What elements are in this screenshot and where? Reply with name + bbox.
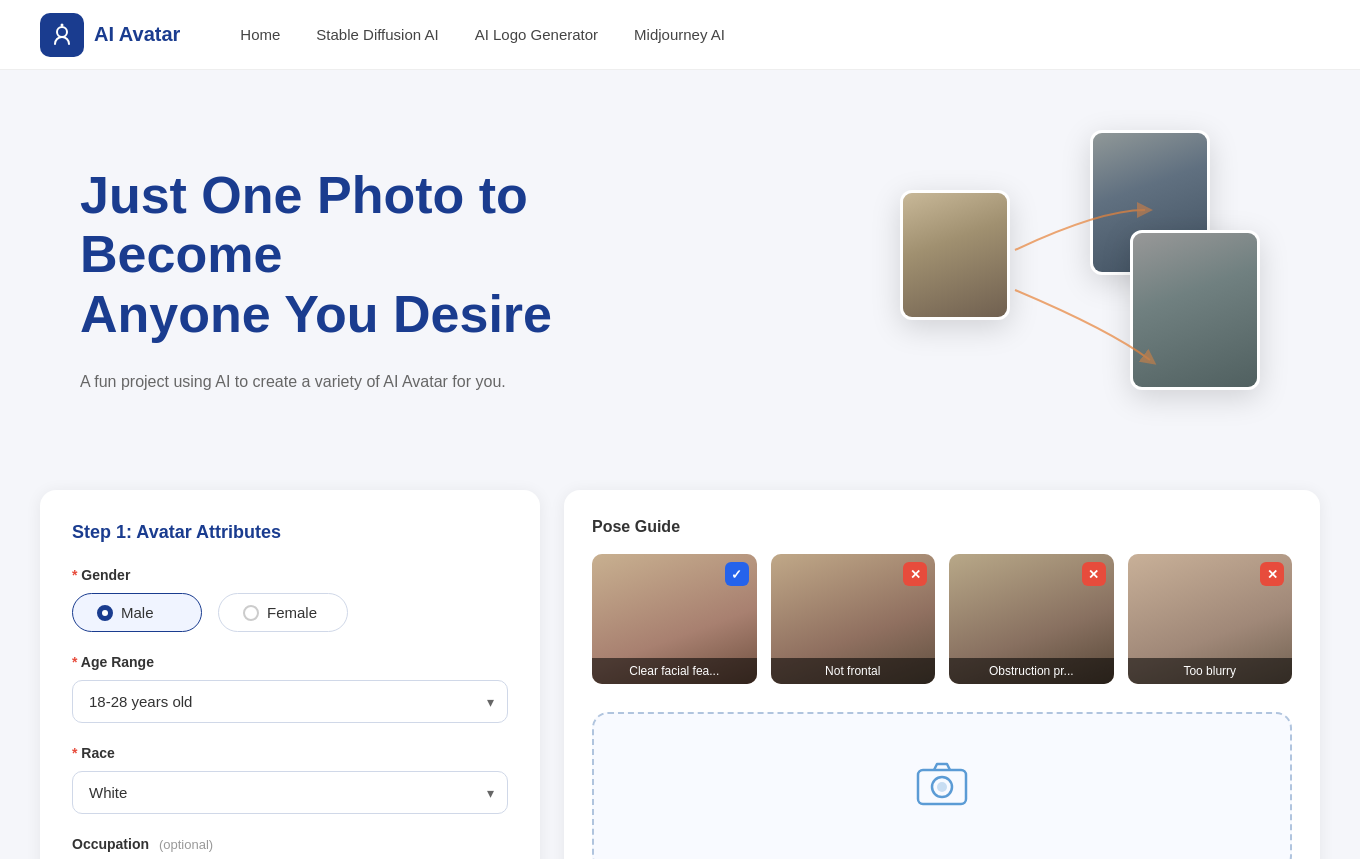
- hero-source-photo: [900, 190, 1010, 320]
- pose-obstruction-label: Obstruction pr...: [949, 658, 1114, 684]
- step1-title: Step 1: Avatar Attributes: [72, 522, 508, 543]
- hero-title-line2: Anyone You Desire: [80, 285, 552, 343]
- nav-home[interactable]: Home: [240, 26, 280, 43]
- age-field-group: * Age Range 18-28 years old 29-40 years …: [72, 654, 508, 723]
- gender-male-dot: [97, 605, 113, 621]
- pose-clear-label: Clear facial fea...: [592, 658, 757, 684]
- race-select-wrapper: White Asian Black Hispanic Other ▾: [72, 771, 508, 814]
- gender-field-group: * Gender Male Female: [72, 567, 508, 632]
- navbar: AI Avatar Home Stable Diffusion AI AI Lo…: [0, 0, 1360, 70]
- pose-too-blurry-label: Too blurry: [1128, 658, 1293, 684]
- gender-label: * Gender: [72, 567, 508, 583]
- pose-guide-title: Pose Guide: [592, 518, 1292, 536]
- svg-point-0: [57, 27, 67, 37]
- nav-links: Home Stable Diffusion AI AI Logo Generat…: [240, 26, 725, 44]
- logo-icon: [40, 13, 84, 57]
- nav-ai-logo[interactable]: AI Logo Generator: [475, 26, 598, 43]
- pose-too-blurry-badge: ✕: [1260, 562, 1284, 586]
- race-label-text: Race: [81, 745, 114, 761]
- pose-grid: ✓ Clear facial fea... ✕ Not frontal ✕ Ob…: [592, 554, 1292, 684]
- hero-subtitle: A fun project using AI to create a varie…: [80, 369, 680, 395]
- svg-point-5: [937, 782, 947, 792]
- pose-clear-badge: ✓: [725, 562, 749, 586]
- age-select[interactable]: 18-28 years old 29-40 years old 41-55 ye…: [72, 680, 508, 723]
- nav-stable-diffusion[interactable]: Stable Diffusion AI: [316, 26, 438, 43]
- occupation-optional: (optional): [159, 837, 213, 852]
- main-content: Step 1: Avatar Attributes * Gender Male …: [0, 490, 1360, 859]
- gender-male-label: Male: [121, 604, 154, 621]
- age-required: *: [72, 654, 77, 670]
- race-label: * Race: [72, 745, 508, 761]
- gender-male-option[interactable]: Male: [72, 593, 202, 632]
- logo-link[interactable]: AI Avatar: [40, 13, 180, 57]
- upload-area[interactable]: [592, 712, 1292, 859]
- gender-female-dot: [243, 605, 259, 621]
- hero-title: Just One Photo to Become Anyone You Desi…: [80, 166, 680, 345]
- gender-female-option[interactable]: Female: [218, 593, 348, 632]
- gender-female-label: Female: [267, 604, 317, 621]
- pose-item-clear: ✓ Clear facial fea...: [592, 554, 757, 684]
- hero-section: Just One Photo to Become Anyone You Desi…: [0, 70, 1360, 490]
- age-label-text: Age Range: [81, 654, 154, 670]
- hero-left: Just One Photo to Become Anyone You Desi…: [80, 166, 680, 395]
- race-select[interactable]: White Asian Black Hispanic Other: [72, 771, 508, 814]
- nav-midjourney[interactable]: Midjourney AI: [634, 26, 725, 43]
- svg-point-1: [61, 23, 64, 26]
- race-required: *: [72, 745, 77, 761]
- hero-images: [900, 130, 1260, 430]
- race-field-group: * Race White Asian Black Hispanic Other …: [72, 745, 508, 814]
- age-select-wrapper: 18-28 years old 29-40 years old 41-55 ye…: [72, 680, 508, 723]
- right-panel: Pose Guide ✓ Clear facial fea... ✕ Not f…: [564, 490, 1320, 859]
- pose-not-frontal-badge: ✕: [903, 562, 927, 586]
- pose-item-obstruction: ✕ Obstruction pr...: [949, 554, 1114, 684]
- gender-radio-group: Male Female: [72, 593, 508, 632]
- pose-item-too-blurry: ✕ Too blurry: [1128, 554, 1293, 684]
- left-panel: Step 1: Avatar Attributes * Gender Male …: [40, 490, 540, 859]
- hero-title-line1: Just One Photo to Become: [80, 166, 528, 284]
- upload-camera-icon: [916, 760, 968, 815]
- occupation-field-group: Occupation (optional) ✕ ▲ ▼: [72, 836, 508, 859]
- pose-item-not-frontal: ✕ Not frontal: [771, 554, 936, 684]
- logo-text: AI Avatar: [94, 23, 180, 46]
- pose-obstruction-badge: ✕: [1082, 562, 1106, 586]
- hero-result-photo-2: [1130, 230, 1260, 390]
- pose-not-frontal-label: Not frontal: [771, 658, 936, 684]
- gender-required: *: [72, 567, 77, 583]
- occupation-label-text: Occupation: [72, 836, 149, 852]
- age-label: * Age Range: [72, 654, 508, 670]
- occupation-label: Occupation (optional): [72, 836, 508, 852]
